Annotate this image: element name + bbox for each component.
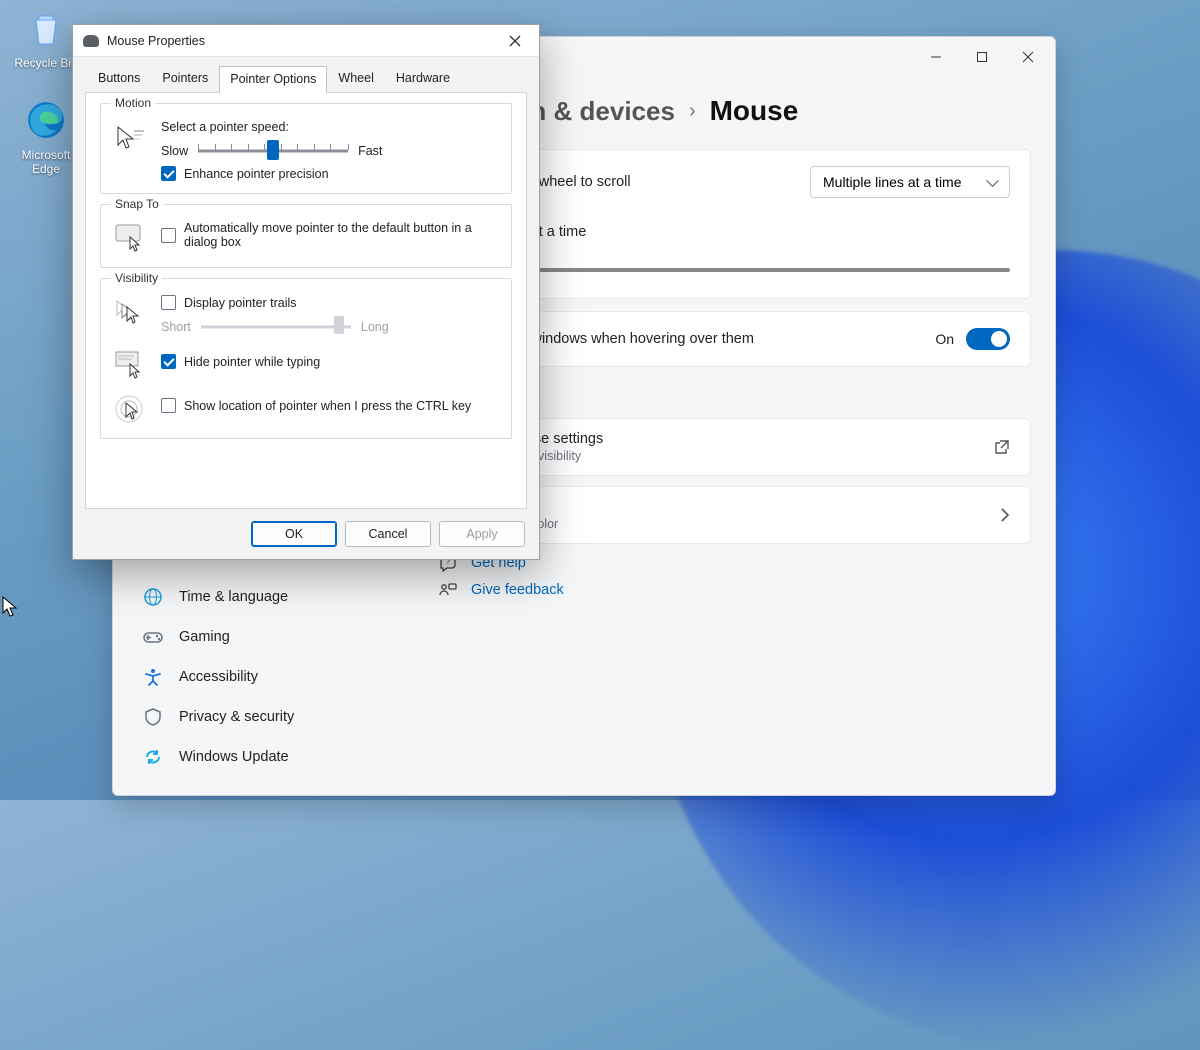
- minimize-button[interactable]: [913, 41, 959, 73]
- sidebar-item-privacy[interactable]: Privacy & security: [133, 697, 409, 737]
- pointer-speed-label: Select a pointer speed:: [161, 120, 499, 134]
- dialog-title: Mouse Properties: [107, 34, 499, 48]
- slider-thumb: [334, 316, 344, 334]
- ctrl-locate-checkbox[interactable]: Show location of pointer when I press th…: [161, 398, 499, 413]
- tab-buttons[interactable]: Buttons: [87, 65, 151, 92]
- tab-pointer-options[interactable]: Pointer Options: [219, 66, 327, 93]
- sidebar-item-time-language[interactable]: Time & language: [133, 577, 409, 617]
- close-button[interactable]: [499, 29, 531, 53]
- motion-group: Motion Select a pointer speed: Slow: [100, 103, 512, 194]
- tab-hardware[interactable]: Hardware: [385, 65, 461, 92]
- checkbox-icon: [161, 398, 176, 413]
- accessibility-icon: [143, 667, 163, 687]
- snap-to-group: Snap To Automatically move pointer to th…: [100, 204, 512, 268]
- apply-button: Apply: [439, 521, 525, 547]
- slider-fast-label: Fast: [358, 144, 382, 158]
- chevron-right-icon: [1000, 508, 1010, 522]
- dialog-button-row: OK Cancel Apply: [73, 517, 539, 559]
- checkbox-icon: [161, 354, 176, 369]
- snap-to-checkbox[interactable]: Automatically move pointer to the defaul…: [161, 221, 499, 249]
- globe-icon: [143, 587, 163, 607]
- dialog-tabstrip: Buttons Pointers Pointer Options Wheel H…: [73, 57, 539, 92]
- chevron-right-icon: ›: [689, 100, 696, 123]
- close-button[interactable]: [1005, 41, 1051, 73]
- mouse-icon: [83, 35, 99, 47]
- group-legend: Snap To: [111, 197, 163, 211]
- feedback-icon: [439, 582, 457, 598]
- sidebar-item-gaming[interactable]: Gaming: [133, 617, 409, 657]
- cancel-button[interactable]: Cancel: [345, 521, 431, 547]
- give-feedback-link[interactable]: Give feedback: [439, 582, 1031, 598]
- pointer-speed-slider[interactable]: [198, 140, 348, 162]
- slider-long-label: Long: [361, 320, 389, 334]
- hide-while-typing-checkbox[interactable]: Hide pointer while typing: [161, 354, 499, 369]
- mouse-properties-dialog: Mouse Properties Buttons Pointers Pointe…: [72, 24, 540, 560]
- gaming-icon: [143, 627, 163, 647]
- sidebar-item-label: Gaming: [179, 629, 230, 645]
- visibility-group: Visibility Display pointer trails Short: [100, 278, 512, 439]
- slider-short-label: Short: [161, 320, 191, 334]
- snap-to-icon: [113, 221, 149, 255]
- sidebar-item-accessibility[interactable]: Accessibility: [133, 657, 409, 697]
- sidebar-item-label: Windows Update: [179, 749, 289, 765]
- sidebar-item-label: Accessibility: [179, 669, 258, 685]
- breadcrumb-current: Mouse: [710, 95, 799, 127]
- ok-button[interactable]: OK: [251, 521, 337, 547]
- toggle-state-label: On: [935, 331, 954, 347]
- checkbox-icon: [161, 295, 176, 310]
- group-legend: Visibility: [111, 271, 162, 285]
- ctrl-locate-icon: [113, 392, 149, 426]
- recycle-bin-icon: [22, 4, 70, 52]
- sidebar-item-update[interactable]: Windows Update: [133, 737, 409, 777]
- hover-scroll-toggle[interactable]: [966, 328, 1010, 350]
- enhance-precision-checkbox[interactable]: Enhance pointer precision: [161, 166, 499, 181]
- wheel-scroll-select[interactable]: Multiple lines at a time: [810, 166, 1010, 198]
- pointer-trails-checkbox[interactable]: Display pointer trails: [161, 295, 499, 310]
- tab-pointers[interactable]: Pointers: [151, 65, 219, 92]
- shield-icon: [143, 707, 163, 727]
- edge-icon: [22, 96, 70, 144]
- sidebar-item-label: Privacy & security: [179, 709, 294, 725]
- trails-length-slider: [201, 316, 351, 338]
- group-legend: Motion: [111, 96, 155, 110]
- cursor-icon: [2, 596, 18, 618]
- slider-thumb[interactable]: [267, 140, 279, 160]
- pointer-trails-icon: [113, 295, 149, 329]
- external-link-icon: [994, 439, 1010, 455]
- maximize-button[interactable]: [959, 41, 1005, 73]
- checkbox-icon: [161, 166, 176, 181]
- hide-while-typing-icon: [113, 348, 149, 382]
- dialog-titlebar[interactable]: Mouse Properties: [73, 25, 539, 57]
- tab-wheel[interactable]: Wheel: [327, 65, 384, 92]
- update-icon: [143, 747, 163, 767]
- link-text: Give feedback: [471, 582, 564, 598]
- slider-slow-label: Slow: [161, 144, 188, 158]
- dialog-tabpanel: Motion Select a pointer speed: Slow: [85, 92, 527, 509]
- checkbox-icon: [161, 228, 176, 243]
- pointer-speed-icon: [113, 120, 149, 154]
- sidebar-item-label: Time & language: [179, 589, 288, 605]
